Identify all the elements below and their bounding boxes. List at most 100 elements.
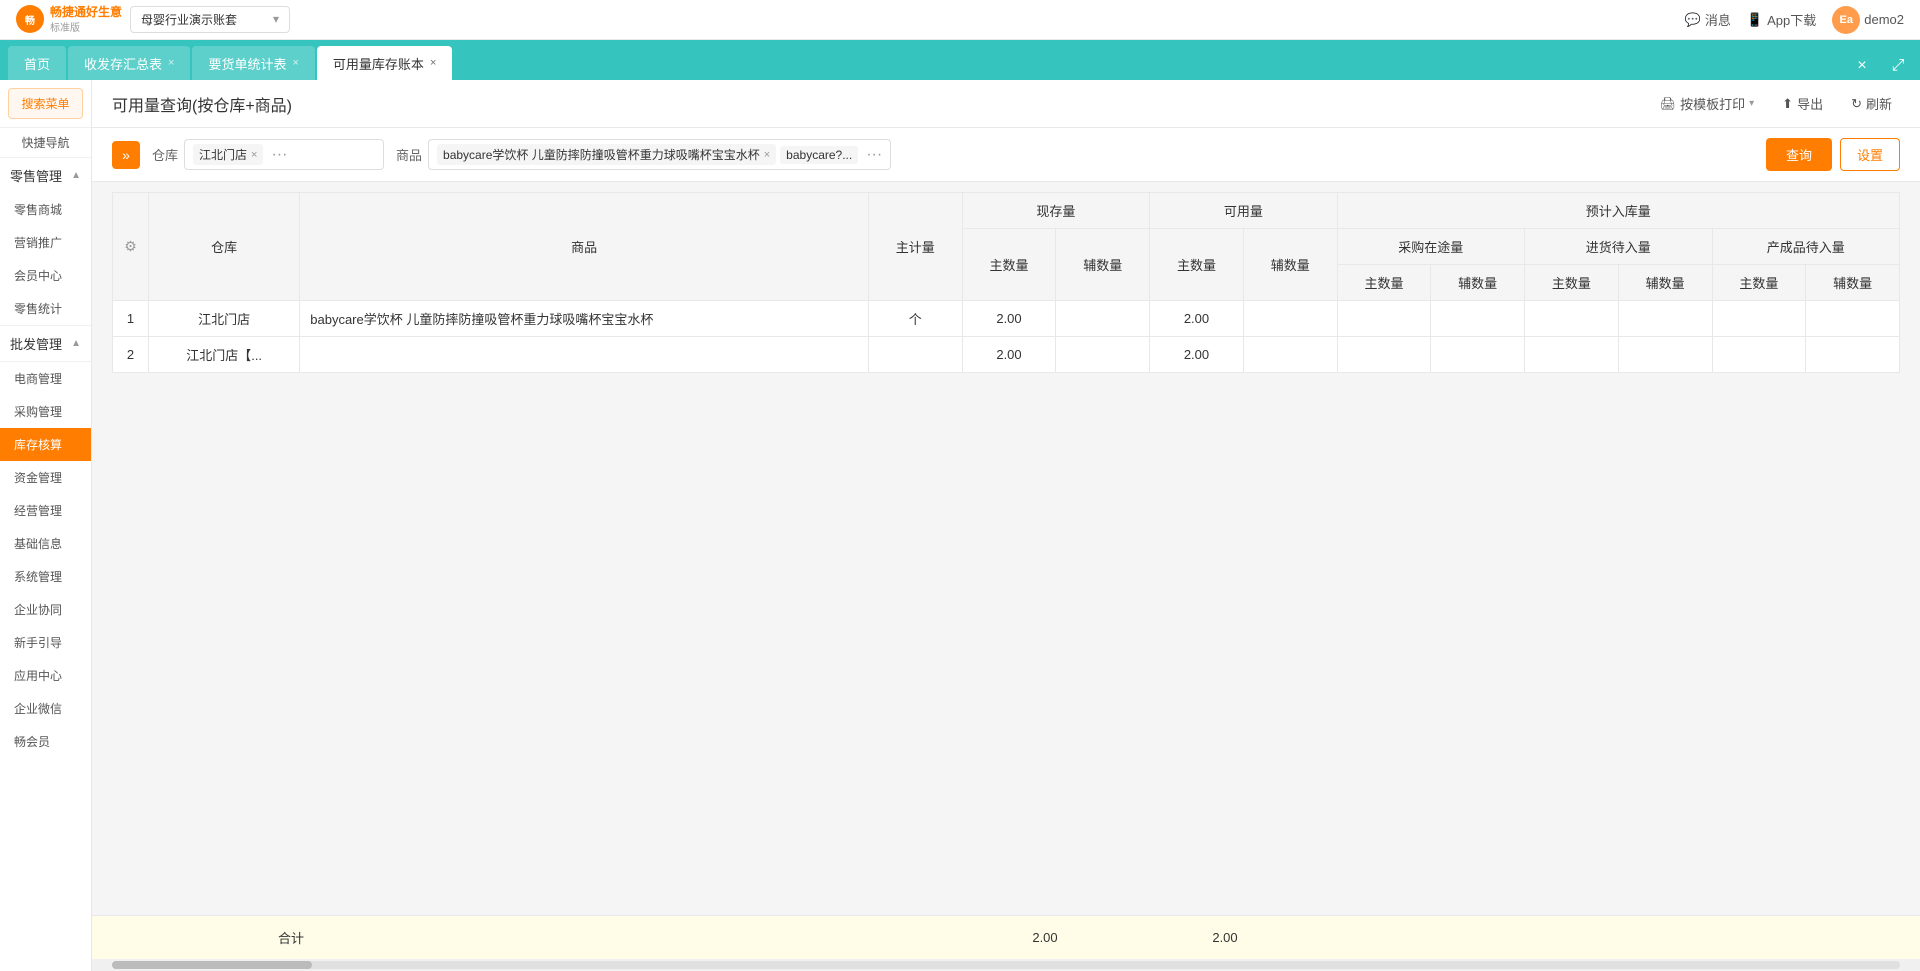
- row-stock-main: 2.00: [962, 301, 1056, 337]
- sidebar-item-enterprise[interactable]: 企业协同: [0, 593, 91, 626]
- warehouse-tag-value: 江北门店: [199, 146, 247, 163]
- tab-available-close[interactable]: ×: [430, 57, 436, 69]
- industry-label: 母婴行业演示账套: [141, 11, 237, 28]
- sidebar-item-wechat-work[interactable]: 企业微信: [0, 692, 91, 725]
- warehouse-tag: 江北门店 ×: [193, 144, 263, 165]
- row-product: babycare学饮杯 儿童防摔防撞吸管杯重力球吸嘴杯宝宝水杯: [300, 301, 869, 337]
- col-production-pending-header: 产成品待入量: [1712, 229, 1899, 265]
- sidebar-item-ecommerce[interactable]: 电商管理: [0, 362, 91, 395]
- app-download-btn[interactable]: 📱 App下载: [1747, 10, 1816, 29]
- sidebar-item-guide[interactable]: 新手引导: [0, 626, 91, 659]
- row-stock-aux: [1056, 301, 1150, 337]
- scroll-bar[interactable]: [92, 959, 1920, 971]
- col-main-unit-header: 主计量: [868, 193, 962, 301]
- product-input[interactable]: babycare学饮杯 儿童防摔防撞吸管杯重力球吸嘴杯宝宝水杯 × babyca…: [428, 139, 891, 170]
- tab-receipts-close[interactable]: ×: [168, 57, 174, 69]
- app-icon: 📱: [1747, 12, 1763, 28]
- refresh-btn[interactable]: ↻ 刷新: [1843, 90, 1900, 117]
- row-incoming-main: [1525, 337, 1619, 373]
- product-label: 商品: [396, 145, 422, 164]
- search-menu-btn[interactable]: 搜索菜单: [8, 88, 83, 119]
- sidebar-item-retail-mall[interactable]: 零售商城: [0, 193, 91, 226]
- warehouse-label: 仓库: [152, 145, 178, 164]
- close-all-btn[interactable]: ×: [1848, 52, 1876, 80]
- product-more-icon[interactable]: ···: [866, 146, 882, 164]
- footer-label-cell: 合计: [268, 924, 920, 951]
- sidebar-item-inventory[interactable]: 库存核算: [0, 428, 91, 461]
- row-incoming-aux: [1618, 337, 1712, 373]
- top-bar-right: 💬 消息 📱 App下载 Ea demo2: [1685, 6, 1904, 34]
- message-icon: 💬: [1685, 12, 1701, 28]
- footer-settings-cell: [112, 924, 148, 951]
- table-footer: 合计 2.00 2.00: [92, 915, 1920, 959]
- warehouse-tag-close[interactable]: ×: [251, 149, 257, 161]
- expand-btn[interactable]: ⤢: [1884, 52, 1912, 80]
- footer-avail-aux-cell: [1270, 924, 1360, 951]
- row-stock-aux: [1056, 337, 1150, 373]
- sidebar-item-app-center[interactable]: 应用中心: [0, 659, 91, 692]
- row-stock-main: 2.00: [962, 337, 1056, 373]
- sidebar-item-operations[interactable]: 经营管理: [0, 494, 91, 527]
- table-row: 1 江北门店 babycare学饮杯 儿童防摔防撞吸管杯重力球吸嘴杯宝宝水杯 个…: [113, 301, 1900, 337]
- row-avail-main: 2.00: [1150, 301, 1244, 337]
- refresh-label: 刷新: [1866, 94, 1892, 113]
- warehouse-input[interactable]: 江北门店 × ···: [184, 139, 384, 170]
- product-tag2-value: babycare?...: [786, 148, 852, 162]
- tab-orders[interactable]: 要货单统计表 ×: [192, 46, 314, 80]
- tab-receipts[interactable]: 收发存汇总表 ×: [68, 46, 190, 80]
- print-chevron-icon: ▾: [1749, 98, 1754, 109]
- col-avail-main-header: 主数量: [1150, 229, 1244, 301]
- industry-selector[interactable]: 母婴行业演示账套 ▾: [130, 6, 290, 33]
- col-incoming-pending-header: 进货待入量: [1525, 229, 1712, 265]
- sidebar-item-finance[interactable]: 资金管理: [0, 461, 91, 494]
- section-wholesale-arrow: ▲: [71, 338, 81, 349]
- print-btn[interactable]: 🖨 按模板打印 ▾: [1652, 90, 1763, 117]
- row-avail-main: 2.00: [1150, 337, 1244, 373]
- message-btn[interactable]: 💬 消息: [1685, 10, 1731, 29]
- footer-purchase-main-cell: [1360, 924, 1450, 951]
- row-main-unit: 个: [868, 301, 962, 337]
- product-tag1: babycare学饮杯 儿童防摔防撞吸管杯重力球吸嘴杯宝宝水杯 ×: [437, 144, 776, 165]
- refresh-icon: ↻: [1851, 96, 1862, 112]
- product-tag1-close[interactable]: ×: [764, 149, 770, 161]
- filter-expand-btn[interactable]: »: [112, 141, 140, 169]
- row-avail-aux: [1243, 337, 1337, 373]
- row-purchase-aux: [1431, 301, 1525, 337]
- query-button[interactable]: 查询: [1766, 138, 1832, 171]
- col-current-stock-header: 现存量: [962, 193, 1149, 229]
- scroll-thumb[interactable]: [112, 961, 312, 969]
- avatar: Ea: [1832, 6, 1860, 34]
- message-label: 消息: [1705, 10, 1731, 29]
- row-index: 2: [113, 337, 149, 373]
- section-wholesale-header[interactable]: 批发管理 ▲: [0, 326, 91, 361]
- user-profile[interactable]: Ea demo2: [1832, 6, 1904, 34]
- export-btn[interactable]: ⬆ 导出: [1774, 90, 1831, 117]
- sidebar-item-purchase[interactable]: 采购管理: [0, 395, 91, 428]
- brand-icon: 畅: [16, 5, 44, 33]
- chevron-right-icon: »: [122, 147, 130, 163]
- footer-unit-cell: [920, 924, 1000, 951]
- quick-nav-btn[interactable]: 快捷导航: [0, 128, 91, 158]
- sidebar-item-member-plus[interactable]: 畅会员: [0, 725, 91, 758]
- row-incoming-main: [1525, 301, 1619, 337]
- export-icon: ⬆: [1782, 96, 1793, 112]
- print-label: 按模板打印: [1680, 94, 1745, 113]
- sidebar-item-marketing[interactable]: 营销推广: [0, 226, 91, 259]
- settings-button[interactable]: 设置: [1840, 138, 1900, 171]
- row-product: [300, 337, 869, 373]
- sidebar-item-retail-stats[interactable]: 零售统计: [0, 292, 91, 325]
- sidebar-search-section: 搜索菜单: [0, 80, 91, 128]
- footer-table: 合计 2.00 2.00: [112, 924, 1900, 951]
- sidebar-item-basic-info[interactable]: 基础信息: [0, 527, 91, 560]
- tab-home[interactable]: 首页: [8, 46, 66, 80]
- gear-icon[interactable]: ⚙: [124, 238, 137, 254]
- tab-available-stock[interactable]: 可用量库存账本 ×: [317, 46, 452, 80]
- sidebar-item-members[interactable]: 会员中心: [0, 259, 91, 292]
- tab-orders-close[interactable]: ×: [292, 57, 298, 69]
- sidebar-item-system[interactable]: 系统管理: [0, 560, 91, 593]
- chevron-down-icon: ▾: [273, 12, 279, 26]
- warehouse-more-icon[interactable]: ···: [271, 146, 287, 164]
- section-retail-header[interactable]: 零售管理 ▲: [0, 158, 91, 193]
- col-purchase-main: 主数量: [1337, 265, 1431, 301]
- col-expected-in-header: 预计入库量: [1337, 193, 1899, 229]
